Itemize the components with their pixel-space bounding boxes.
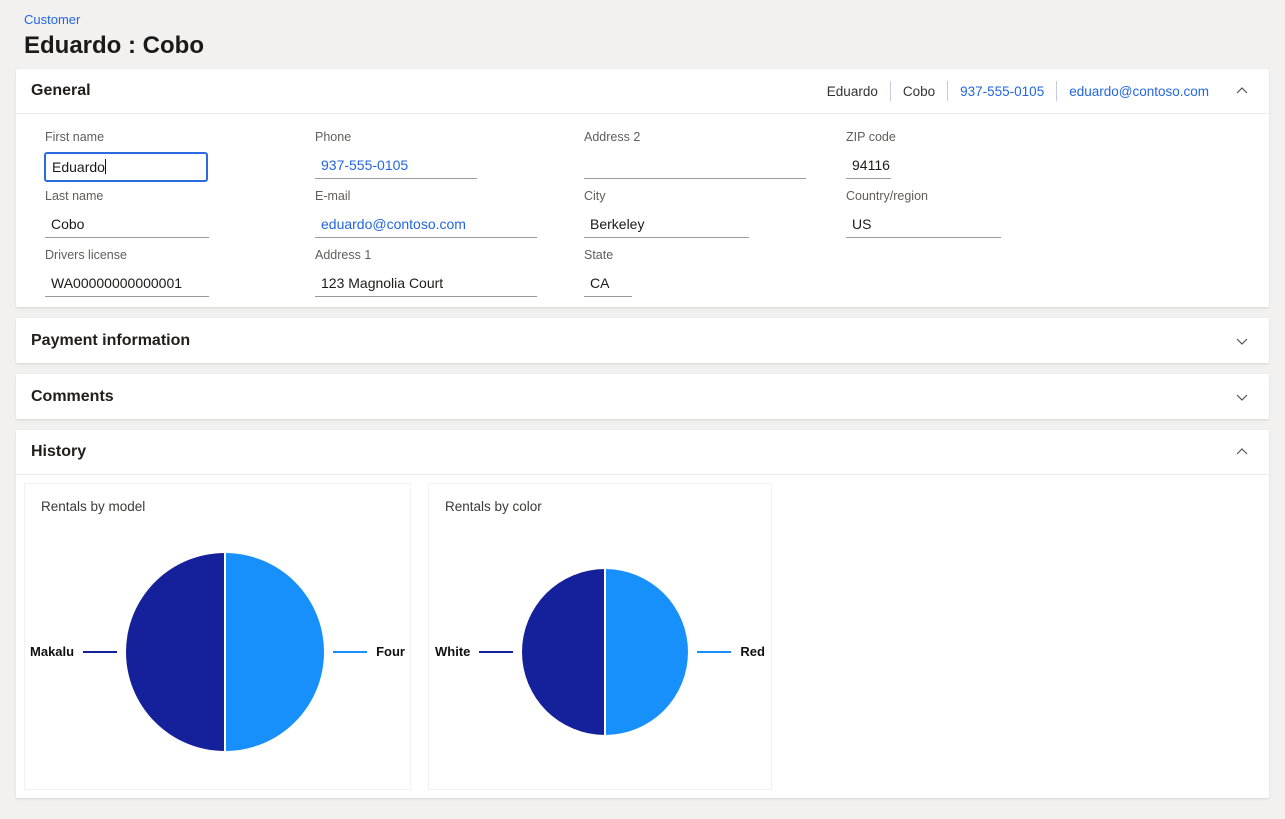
email-input[interactable]: eduardo@contoso.com — [315, 211, 537, 238]
zip-label: ZIP code — [846, 130, 1269, 144]
chevron-up-icon — [1234, 444, 1250, 460]
general-section-card: General Eduardo Cobo 937-555-0105 eduard… — [16, 69, 1269, 307]
leader-line-four — [333, 651, 367, 653]
summary-email-link[interactable]: eduardo@contoso.com — [1069, 84, 1209, 99]
main-content: General Eduardo Cobo 937-555-0105 eduard… — [0, 69, 1285, 798]
field-last-name: Last name Cobo — [45, 189, 315, 248]
last-name-label: Last name — [45, 189, 315, 203]
history-section-title: History — [31, 443, 1232, 461]
rentals-by-color-chart: Rentals by color White Red — [428, 483, 772, 790]
field-country: Country/region US — [846, 189, 1269, 248]
summary-first-name: Eduardo — [827, 84, 878, 99]
general-form: First name Eduardo Phone 937-555-0105 Ad… — [16, 114, 1269, 307]
country-input[interactable]: US — [846, 211, 1001, 238]
summary-phone-link[interactable]: 937-555-0105 — [960, 84, 1044, 99]
summary-divider — [890, 81, 891, 101]
drivers-license-label: Drivers license — [45, 248, 315, 262]
rentals-by-model-chart: Rentals by model Makalu Four — [24, 483, 411, 790]
email-label: E-mail — [315, 189, 584, 203]
field-state: State CA — [584, 248, 846, 307]
country-label: Country/region — [846, 189, 1269, 203]
state-input[interactable]: CA — [584, 270, 632, 297]
phone-label: Phone — [315, 130, 584, 144]
chevron-down-icon — [1234, 333, 1250, 349]
field-drivers-license: Drivers license WA00000000000001 — [45, 248, 315, 307]
history-section-header[interactable]: History — [16, 430, 1269, 475]
field-empty — [846, 248, 1269, 307]
payment-section-card: Payment information — [16, 318, 1269, 363]
summary-divider — [947, 81, 948, 101]
address2-input[interactable] — [584, 152, 806, 179]
payment-section-title: Payment information — [31, 332, 1232, 350]
summary-last-name: Cobo — [903, 84, 935, 99]
general-section-title: General — [31, 82, 827, 100]
field-address1: Address 1 123 Magnolia Court — [315, 248, 584, 307]
leader-line-white — [479, 651, 513, 653]
pie-slice-label-white: White — [435, 644, 470, 659]
field-address2: Address 2 — [584, 130, 846, 189]
pie-chart-rentals-by-color — [522, 569, 688, 735]
general-section-header[interactable]: General Eduardo Cobo 937-555-0105 eduard… — [16, 69, 1269, 114]
pie-row: Makalu Four — [25, 514, 410, 789]
field-phone: Phone 937-555-0105 — [315, 130, 584, 189]
comments-expand-button[interactable] — [1232, 387, 1252, 407]
field-email: E-mail eduardo@contoso.com — [315, 189, 584, 248]
comments-section-header[interactable]: Comments — [16, 374, 1269, 419]
pie-row: White Red — [429, 514, 771, 789]
city-input[interactable]: Berkeley — [584, 211, 749, 238]
pie-slice-label-makalu: Makalu — [30, 644, 74, 659]
comments-section-card: Comments — [16, 374, 1269, 419]
state-label: State — [584, 248, 846, 262]
history-charts-area: Rentals by model Makalu Four Rentals by … — [16, 475, 1269, 798]
address1-label: Address 1 — [315, 248, 584, 262]
last-name-input[interactable]: Cobo — [45, 211, 209, 238]
general-collapse-button[interactable] — [1232, 81, 1252, 101]
comments-section-title: Comments — [31, 388, 1232, 406]
drivers-license-input[interactable]: WA00000000000001 — [45, 270, 209, 297]
field-city: City Berkeley — [584, 189, 846, 248]
chevron-up-icon — [1234, 83, 1250, 99]
page-header: Customer Eduardo : Cobo — [0, 0, 1285, 69]
payment-expand-button[interactable] — [1232, 331, 1252, 351]
summary-divider — [1056, 81, 1057, 101]
first-name-label: First name — [45, 130, 315, 144]
city-label: City — [584, 189, 846, 203]
history-section-card: History Rentals by model Makalu Four Ren… — [16, 430, 1269, 798]
general-summary: Eduardo Cobo 937-555-0105 eduardo@contos… — [827, 81, 1209, 101]
payment-section-header[interactable]: Payment information — [16, 318, 1269, 363]
field-zip: ZIP code 94116 — [846, 130, 1269, 189]
phone-input[interactable]: 937-555-0105 — [315, 152, 477, 179]
breadcrumb-customer-link[interactable]: Customer — [24, 12, 80, 27]
address1-input[interactable]: 123 Magnolia Court — [315, 270, 537, 297]
leader-line-makalu — [83, 651, 117, 653]
chart-title-rentals-by-model: Rentals by model — [25, 484, 410, 514]
chart-title-rentals-by-color: Rentals by color — [429, 484, 771, 514]
page-title: Eduardo : Cobo — [24, 32, 1261, 60]
field-first-name: First name Eduardo — [45, 130, 315, 189]
history-collapse-button[interactable] — [1232, 442, 1252, 462]
leader-line-red — [697, 651, 731, 653]
text-caret — [105, 159, 106, 174]
pie-chart-rentals-by-model — [126, 553, 324, 751]
first-name-input[interactable]: Eduardo — [44, 152, 208, 182]
address2-label: Address 2 — [584, 130, 846, 144]
pie-slice-label-four: Four — [376, 644, 405, 659]
chevron-down-icon — [1234, 389, 1250, 405]
zip-input[interactable]: 94116 — [846, 152, 891, 179]
pie-slice-label-red: Red — [740, 644, 765, 659]
first-name-value: Eduardo — [52, 159, 105, 175]
